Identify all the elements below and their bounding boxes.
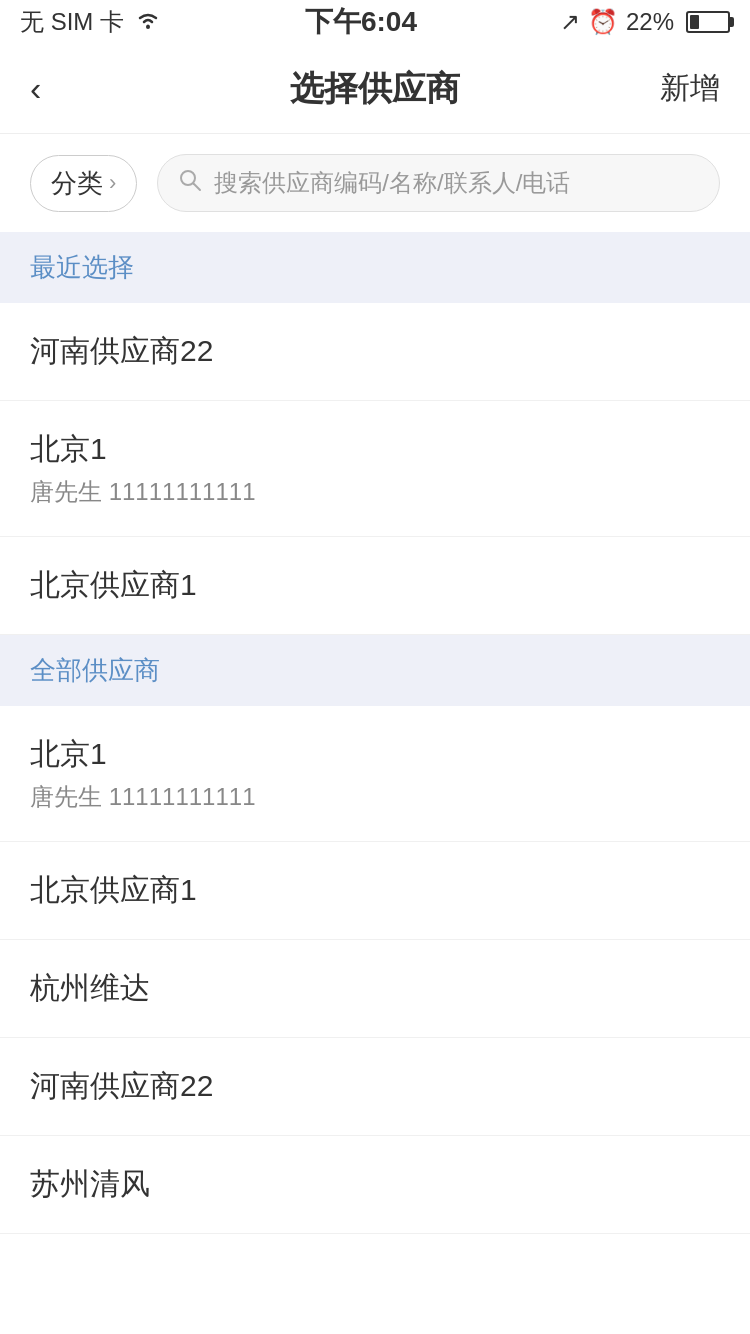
add-button[interactable]: 新增: [660, 68, 720, 109]
recent-item-contact-1: 唐先生 11111111111: [30, 476, 720, 508]
all-item-name-0: 北京1: [30, 734, 720, 775]
all-item-contact-0: 唐先生 11111111111: [30, 781, 720, 813]
location-icon: ↗: [560, 8, 580, 36]
no-sim-label: 无 SIM 卡: [20, 6, 124, 38]
category-button[interactable]: 分类 ›: [30, 155, 137, 212]
all-item-2[interactable]: 杭州维达: [0, 940, 750, 1038]
all-item-4[interactable]: 苏州清风: [0, 1136, 750, 1234]
recent-item-name-0: 河南供应商22: [30, 331, 720, 372]
all-list: 北京1 唐先生 11111111111 北京供应商1 杭州维达 河南供应商22 …: [0, 706, 750, 1234]
back-button[interactable]: ‹: [30, 69, 90, 108]
recent-section-label: 最近选择: [30, 252, 134, 282]
nav-bar: ‹ 选择供应商 新增: [0, 44, 750, 134]
svg-point-0: [146, 25, 150, 29]
page-title: 选择供应商: [290, 66, 460, 112]
chevron-right-icon: ›: [109, 170, 116, 196]
wifi-icon: [134, 8, 162, 36]
category-label: 分类: [51, 166, 103, 201]
recent-item-0[interactable]: 河南供应商22: [0, 303, 750, 401]
status-right: ↗ ⏰ 22%: [560, 8, 730, 36]
recent-item-2[interactable]: 北京供应商1: [0, 537, 750, 635]
battery-percent: 22%: [626, 8, 674, 36]
recent-list: 河南供应商22 北京1 唐先生 11111111111 北京供应商1: [0, 303, 750, 635]
all-item-name-3: 河南供应商22: [30, 1066, 720, 1107]
all-item-name-2: 杭州维达: [30, 968, 720, 1009]
recent-item-1[interactable]: 北京1 唐先生 11111111111: [0, 401, 750, 537]
all-item-0[interactable]: 北京1 唐先生 11111111111: [0, 706, 750, 842]
recent-item-name-2: 北京供应商1: [30, 565, 720, 606]
status-time: 下午6:04: [305, 3, 417, 41]
all-item-3[interactable]: 河南供应商22: [0, 1038, 750, 1136]
search-icon: [178, 168, 202, 198]
filter-bar: 分类 › 搜索供应商编码/名称/联系人/电话: [0, 134, 750, 232]
all-item-1[interactable]: 北京供应商1: [0, 842, 750, 940]
all-item-name-4: 苏州清风: [30, 1164, 720, 1205]
search-box[interactable]: 搜索供应商编码/名称/联系人/电话: [157, 154, 720, 212]
all-item-name-1: 北京供应商1: [30, 870, 720, 911]
svg-line-2: [194, 184, 201, 191]
battery-icon: [686, 11, 730, 33]
search-placeholder: 搜索供应商编码/名称/联系人/电话: [214, 167, 570, 199]
recent-section-header: 最近选择: [0, 232, 750, 303]
alarm-icon: ⏰: [588, 8, 618, 36]
all-section-label: 全部供应商: [30, 655, 160, 685]
all-section-header: 全部供应商: [0, 635, 750, 706]
recent-item-name-1: 北京1: [30, 429, 720, 470]
status-left: 无 SIM 卡: [20, 6, 162, 38]
status-bar: 无 SIM 卡 下午6:04 ↗ ⏰ 22%: [0, 0, 750, 44]
